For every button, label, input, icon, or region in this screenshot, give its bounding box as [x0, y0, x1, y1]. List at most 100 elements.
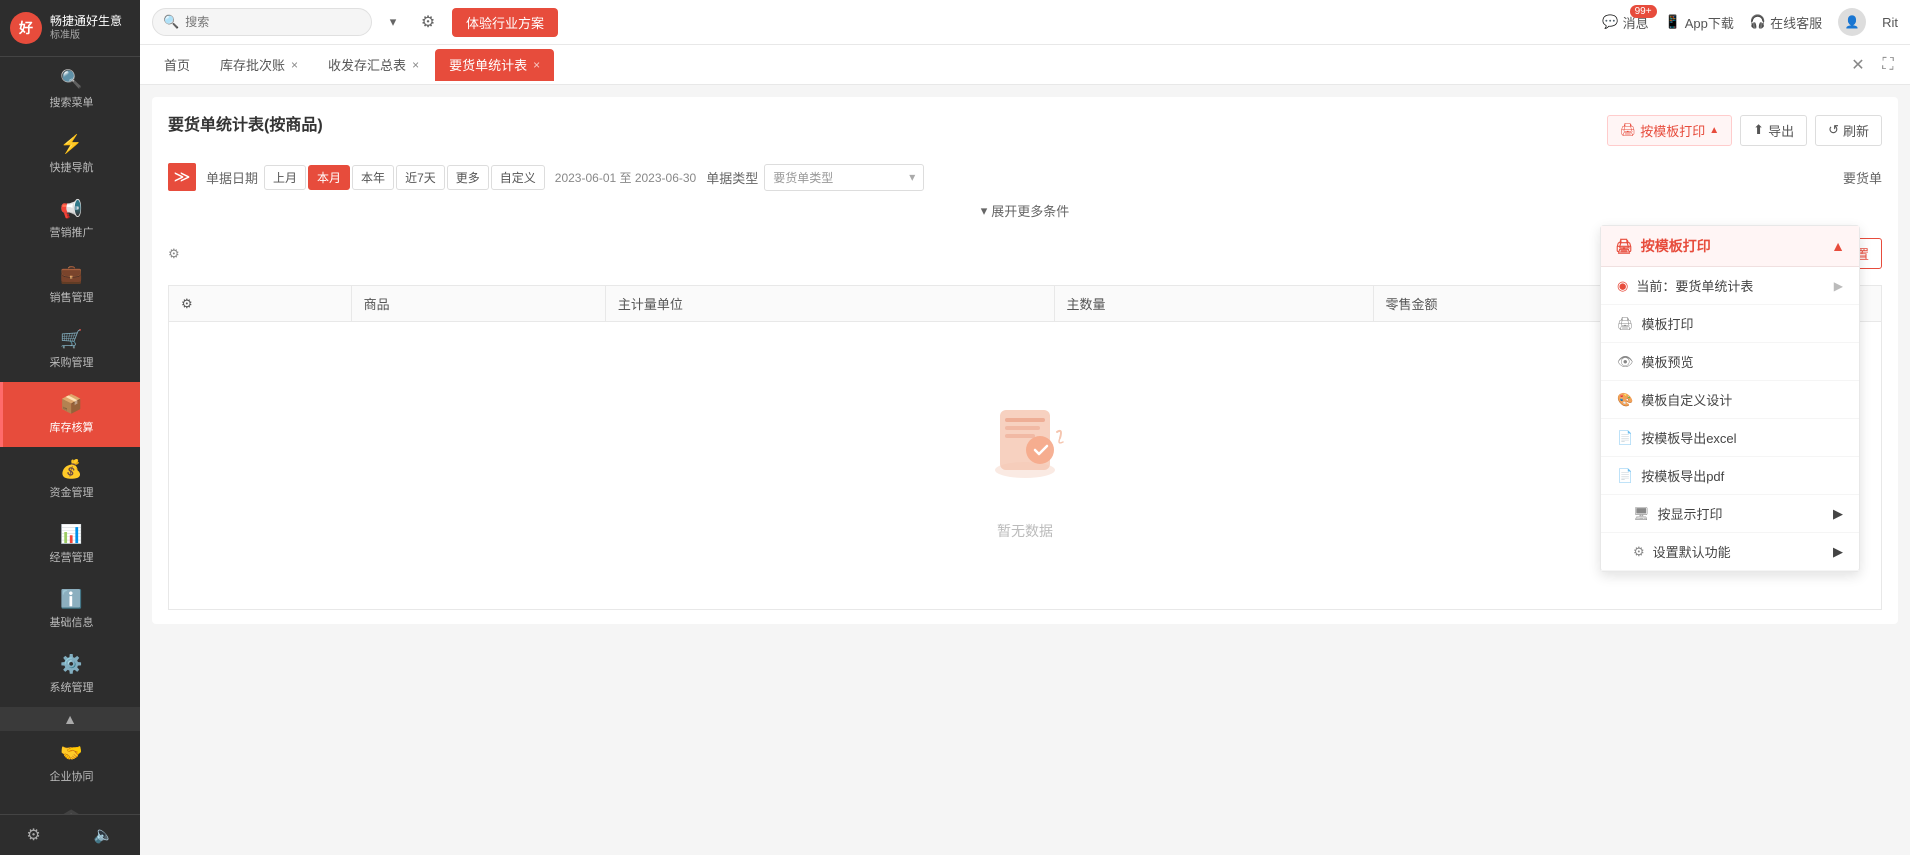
experience-btn[interactable]: 体验行业方案 [452, 8, 558, 37]
table-settings-icon[interactable]: ⚙ [168, 246, 180, 262]
type-select-arrow: ▾ [909, 170, 915, 184]
template-preview-icon: 👁 [1617, 354, 1634, 370]
audio-icon[interactable]: 🔈 [94, 825, 114, 845]
messages-btn[interactable]: 💬 消息 99+ [1602, 13, 1648, 32]
search-icon: 🔍 [60, 69, 82, 90]
print-dropdown-close-icon[interactable]: ▲ [1831, 238, 1845, 254]
tab-close-inventory-batch[interactable]: × [291, 58, 298, 72]
username-label: Rit [1882, 15, 1898, 30]
page-title: 要货单统计表(按商品) [168, 111, 323, 135]
content-area: 要货单统计表(按商品) 🖨 按模板打印 ▲ ⬆ 导出 ↺ 刷新 [140, 85, 1910, 855]
print-dropdown-header[interactable]: 🖨 按模板打印 ▲ [1601, 226, 1859, 267]
print-dropdown-current[interactable]: ◉ 当前：要货单统计表 ▶ [1601, 267, 1859, 305]
print-dropdown-export-pdf[interactable]: 📄 按模板导出pdf [1601, 457, 1859, 495]
expand-icon: ▾ [981, 203, 988, 219]
sidebar-item-system[interactable]: ⚙️ 系统管理 [0, 642, 140, 707]
search-input[interactable] [185, 15, 361, 29]
yaohuodan-label: 要货单 [1843, 168, 1882, 187]
topbar-settings-icon[interactable]: ⚙ [414, 8, 442, 36]
date-btn-this-month[interactable]: 本月 [308, 165, 350, 190]
sidebar-item-search[interactable]: 🔍 搜索菜单 [0, 57, 140, 122]
sidebar-item-enterprise[interactable]: 🤝 企业协同 [0, 731, 140, 796]
print-dropdown-template-print[interactable]: 🖨 模板打印 [1601, 305, 1859, 343]
type-label: 单据类型 [706, 168, 758, 187]
sidebar-item-shortcut[interactable]: ⚡ 快捷导航 [0, 122, 140, 187]
expand-conditions-btn[interactable]: ▾ 展开更多条件 [981, 201, 1070, 220]
filter-bar: ≫ 单据日期 上月 本月 本年 近7天 更多 自定义 2023-06-01 至 … [168, 163, 1882, 191]
sidebar-item-operations[interactable]: 📊 经营管理 [0, 512, 140, 577]
tab-maximize-icon[interactable]: ⛶ [1876, 53, 1900, 77]
service-icon: 🎧 [1750, 14, 1766, 30]
user-avatar[interactable]: 👤 [1838, 8, 1866, 36]
sidebar-item-marketing[interactable]: 📢 营销推广 [0, 187, 140, 252]
sidebar-item-sales[interactable]: 💼 销售管理 [0, 252, 140, 317]
date-btn-prev-month[interactable]: 上月 [264, 165, 306, 190]
sidebar-item-guide[interactable]: 🎓 新手引导 [0, 796, 140, 814]
col-settings[interactable]: ⚙ [169, 286, 352, 322]
system-icon: ⚙️ [60, 654, 82, 675]
finance-icon: 💰 [60, 459, 82, 480]
date-range-label: 2023-06-01 至 2023-06-30 [555, 169, 696, 186]
tab-close-all-icon[interactable]: ✕ [1846, 53, 1870, 77]
display-print-icon: 🖥 [1633, 506, 1650, 522]
col-product: 商品 [351, 286, 605, 322]
tab-order-statistics[interactable]: 要货单统计表 × [435, 49, 554, 81]
app-version: 标准版 [50, 29, 122, 43]
date-btn-custom[interactable]: 自定义 [491, 165, 545, 190]
settings-icon[interactable]: ⚙ [26, 825, 40, 845]
col-quantity: 主数量 [1054, 286, 1373, 322]
tab-receipt-summary[interactable]: 收发存汇总表 × [314, 49, 433, 81]
sidebar-scroll-up[interactable]: ▲ [0, 707, 140, 731]
sidebar-item-inventory[interactable]: 📦 库存核算 [0, 382, 140, 447]
type-select[interactable]: 要货单类型 ▾ [764, 164, 924, 191]
sidebar-item-finance[interactable]: 💰 资金管理 [0, 447, 140, 512]
message-icon: 💬 [1602, 14, 1618, 30]
basic-info-icon: ℹ️ [60, 589, 82, 610]
topbar: 🔍 ▾ ⚙ 体验行业方案 💬 消息 99+ 📱 App下载 🎧 在线客服 👤 R… [140, 0, 1910, 45]
date-label: 单据日期 [206, 168, 258, 187]
main-area: 🔍 ▾ ⚙ 体验行业方案 💬 消息 99+ 📱 App下载 🎧 在线客服 👤 R… [140, 0, 1910, 855]
sidebar-item-purchase[interactable]: 🛒 采购管理 [0, 317, 140, 382]
date-filter-group: 单据日期 上月 本月 本年 近7天 更多 自定义 2023-06-01 至 20… [206, 165, 696, 190]
tab-home[interactable]: 首页 [150, 49, 204, 81]
messages-badge: 99+ [1630, 5, 1657, 18]
search-dropdown-icon[interactable]: ▾ [382, 11, 404, 33]
operations-icon: 📊 [60, 524, 82, 545]
tab-close-receipt-summary[interactable]: × [412, 58, 419, 72]
template-print-icon: 🖨 [1617, 316, 1634, 332]
print-dropdown-export-excel[interactable]: 📄 按模板导出excel [1601, 419, 1859, 457]
print-dropdown-set-default[interactable]: ⚙ 设置默认功能 ▶ [1601, 533, 1859, 571]
empty-text: 暂无数据 [997, 521, 1053, 541]
template-design-icon: 🎨 [1617, 392, 1633, 408]
shortcut-icon: ⚡ [60, 134, 82, 155]
print-dropdown-display-print[interactable]: 🖥 按显示打印 ▶ [1601, 495, 1859, 533]
print-dropdown: 🖨 按模板打印 ▲ ◉ 当前：要货单统计表 ▶ 🖨 模板打印 [1600, 225, 1860, 572]
type-filter-group: 单据类型 要货单类型 ▾ [706, 164, 924, 191]
date-buttons: 上月 本月 本年 近7天 更多 自定义 [264, 165, 545, 190]
tab-inventory-batch[interactable]: 库存批次账 × [206, 49, 312, 81]
topbar-search-box[interactable]: 🔍 [152, 8, 372, 36]
download-icon: 📱 [1665, 14, 1681, 30]
type-placeholder: 要货单类型 [773, 169, 833, 186]
print-dropdown-title: 按模板打印 [1641, 236, 1711, 256]
logo-icon: 好 [10, 12, 42, 44]
date-btn-7days[interactable]: 近7天 [396, 165, 445, 190]
app-download-btn[interactable]: 📱 App下载 [1665, 13, 1734, 32]
inventory-icon: 📦 [60, 394, 82, 415]
refresh-btn[interactable]: ↺ 刷新 [1815, 115, 1882, 146]
print-dropdown-template-preview[interactable]: 👁 模板预览 [1601, 343, 1859, 381]
tab-close-order-statistics[interactable]: × [533, 58, 540, 72]
app-logo[interactable]: 好 畅捷通好生意 标准版 [0, 0, 140, 57]
online-service-btn[interactable]: 🎧 在线客服 [1750, 13, 1822, 32]
date-btn-more[interactable]: 更多 [447, 165, 489, 190]
print-template-btn[interactable]: 🖨 按模板打印 ▲ [1607, 115, 1732, 146]
export-btn[interactable]: ⬆ 导出 [1740, 115, 1807, 146]
date-btn-this-year[interactable]: 本年 [352, 165, 394, 190]
app-name: 畅捷通好生意 [50, 13, 122, 30]
current-arrow-icon: ▶ [1834, 279, 1843, 293]
sidebar-item-basic-info[interactable]: ℹ️ 基础信息 [0, 577, 140, 642]
display-print-arrow-icon: ▶ [1833, 506, 1843, 522]
print-dropdown-template-design[interactable]: 🎨 模板自定义设计 [1601, 381, 1859, 419]
printer-icon: 🖨 [1620, 122, 1637, 138]
filter-expand-btn[interactable]: ≫ [168, 163, 196, 191]
